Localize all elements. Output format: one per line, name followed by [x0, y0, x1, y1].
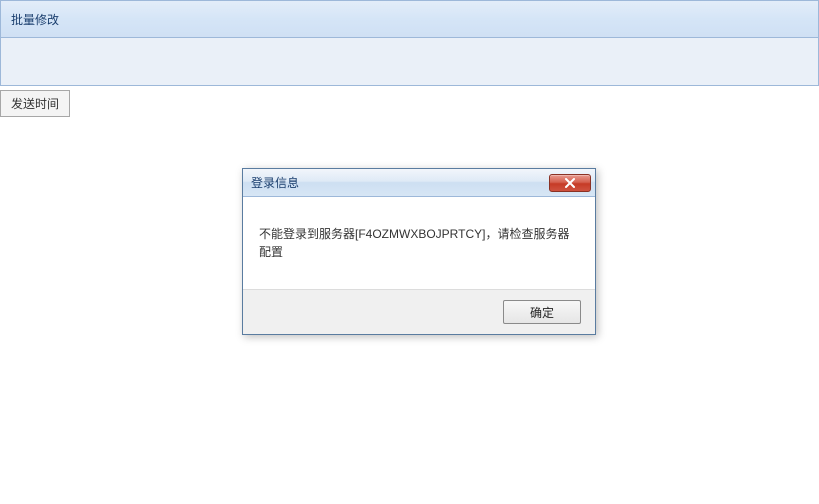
dialog-footer: 确定 [243, 289, 595, 334]
login-info-dialog: 登录信息 不能登录到服务器[F4OZMWXBOJPRTCY]，请检查服务器配置 … [242, 168, 596, 335]
secondary-toolbar [0, 38, 819, 86]
dialog-title-bar: 登录信息 [243, 169, 595, 197]
tab-send-time[interactable]: 发送时间 [0, 90, 70, 117]
ribbon-bar: 批量修改 [0, 0, 819, 38]
tab-row: 发送时间 [0, 90, 819, 117]
ribbon-menu-batch-edit[interactable]: 批量修改 [11, 11, 59, 28]
dialog-message: 不能登录到服务器[F4OZMWXBOJPRTCY]，请检查服务器配置 [259, 227, 569, 259]
dialog-title: 登录信息 [251, 174, 299, 191]
close-icon [564, 178, 576, 188]
close-button[interactable] [549, 174, 591, 192]
ok-button[interactable]: 确定 [503, 300, 581, 324]
dialog-body: 不能登录到服务器[F4OZMWXBOJPRTCY]，请检查服务器配置 [243, 197, 595, 289]
